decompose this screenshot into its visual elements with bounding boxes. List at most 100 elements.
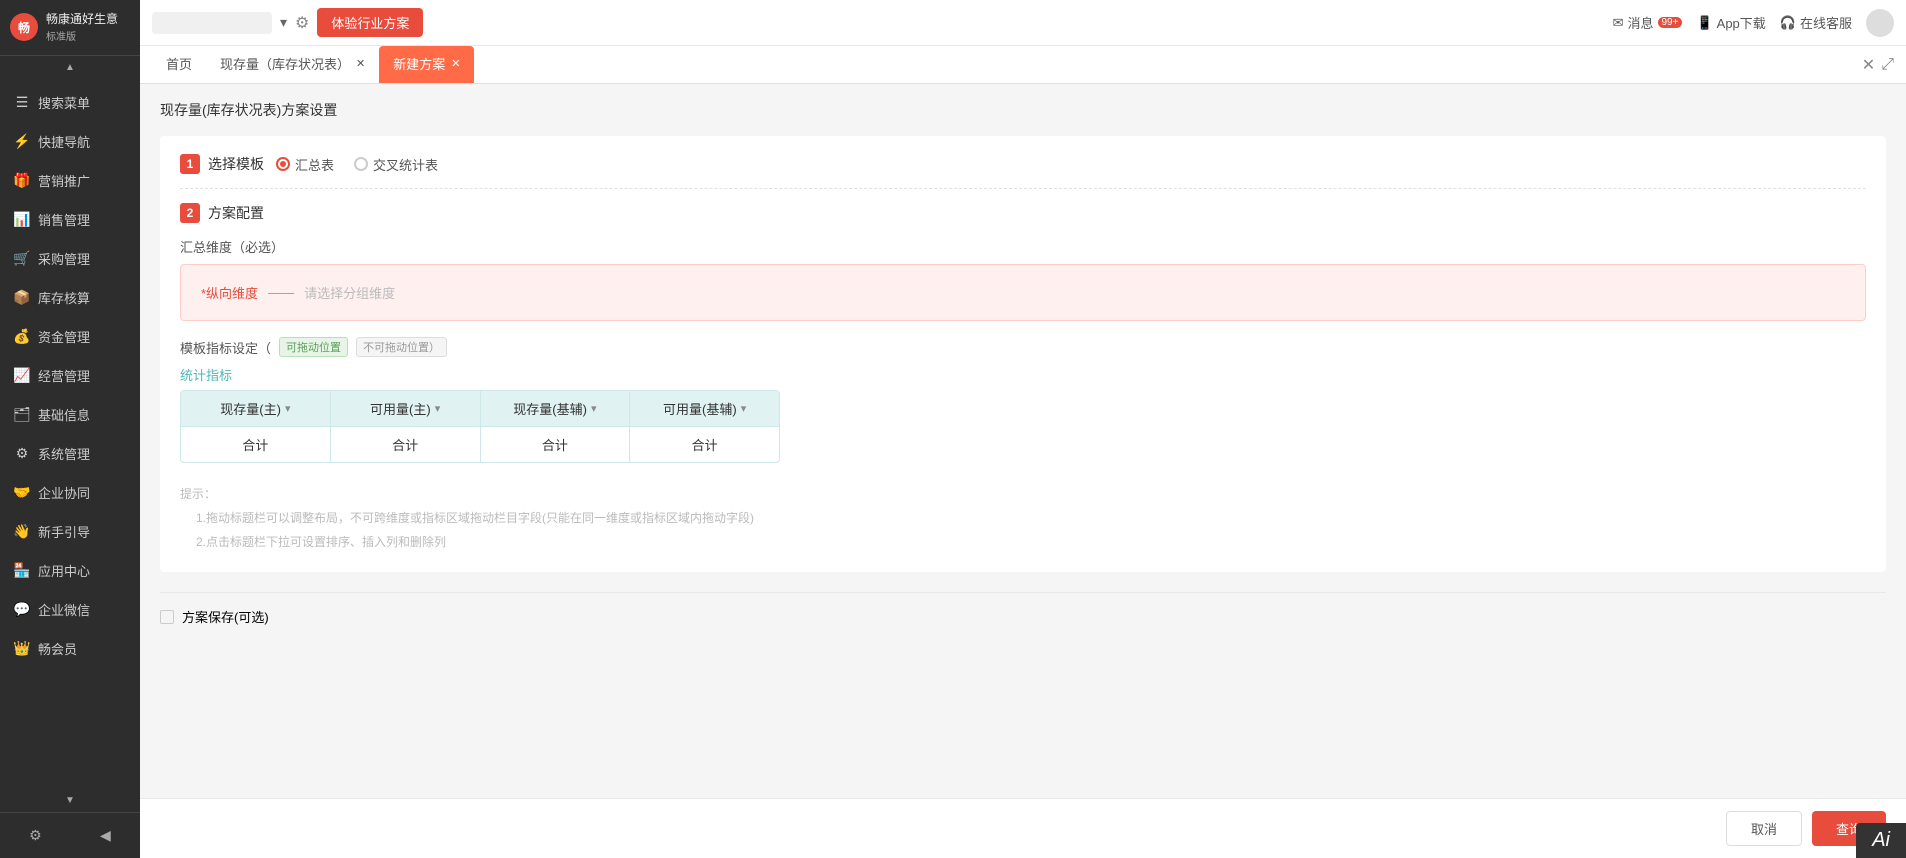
radio-cross-label: 交叉统计表 (373, 155, 438, 174)
stats-col-body-1: 合计 (331, 426, 481, 462)
inventory-icon: 📦 (14, 289, 30, 305)
radio-summary-label: 汇总表 (295, 155, 334, 174)
service-icon: 🎧 (1780, 15, 1796, 31)
sidebar-item-basic-info[interactable]: 🗂 基础信息 (0, 395, 140, 434)
member-icon: 👑 (14, 640, 30, 656)
vertical-dash: —— (268, 285, 294, 300)
app-download-label: App下载 (1717, 13, 1766, 32)
footer-bar: 取消 查询 (140, 798, 1906, 858)
sidebar-item-label: 经营管理 (38, 366, 90, 385)
tab-inventory-status[interactable]: 现存量（库存状况表） ✕ (206, 46, 379, 83)
chevron-down-icon-0: ▾ (285, 402, 291, 415)
chevron-down-icon-3: ▾ (741, 402, 747, 415)
app-download-btn[interactable]: 📱 App下载 (1696, 13, 1765, 32)
sidebar-item-sales[interactable]: 📊 销售管理 (0, 200, 140, 239)
tab-home-label: 首页 (166, 54, 192, 73)
tab-new-scheme-close[interactable]: ✕ (451, 57, 460, 70)
tab-new-scheme[interactable]: 新建方案 ✕ (379, 46, 474, 83)
vertical-placeholder: 请选择分组维度 (304, 283, 395, 302)
sidebar-item-quick-nav[interactable]: ⚡ 快捷导航 (0, 122, 140, 161)
expand-window-btn[interactable]: ⤢ (1881, 56, 1894, 74)
sidebar-scroll-up[interactable]: ▲ (0, 56, 140, 79)
movable-badge: 可拖动位置 (279, 337, 348, 357)
dimension-section: 汇总维度（必选） *纵向维度 —— 请选择分组维度 (180, 237, 1866, 321)
template-radio-group: 汇总表 交叉统计表 (276, 155, 438, 174)
radio-summary-table[interactable]: 汇总表 (276, 155, 334, 174)
divider1 (180, 188, 1866, 189)
guide-icon: 👋 (14, 523, 30, 539)
radio-cross-table[interactable]: 交叉统计表 (354, 155, 438, 174)
logo-icon: 畅 (10, 13, 38, 41)
cooperation-icon: 🤝 (14, 484, 30, 500)
search-input[interactable] (152, 12, 272, 34)
stats-col-header-1[interactable]: 可用量(主) ▾ (331, 391, 481, 426)
stats-col-header-3[interactable]: 可用量(基辅) ▾ (630, 391, 779, 426)
collapse-btn[interactable]: ◀ (94, 821, 117, 850)
topbar-right: ✉ 消息 99+ 📱 App下载 🎧 在线客服 (1613, 9, 1894, 37)
sidebar-item-label: 资金管理 (38, 327, 90, 346)
topbar-gear-icon[interactable]: ⚙ (295, 13, 309, 33)
purchase-icon: 🛒 (14, 250, 30, 266)
sidebar-item-wechat[interactable]: 💬 企业微信 (0, 590, 140, 629)
sidebar-item-cooperation[interactable]: 🤝 企业协同 (0, 473, 140, 512)
section1-num: 1 (180, 154, 200, 174)
stats-col-header-2[interactable]: 现存量(基辅) ▾ (481, 391, 631, 426)
tab-new-scheme-label: 新建方案 (393, 54, 445, 73)
sidebar-item-inventory[interactable]: 📦 库存核算 (0, 278, 140, 317)
scroll-up-arrow[interactable]: ▲ (63, 60, 77, 75)
trial-industry-button[interactable]: 体验行业方案 (317, 8, 423, 37)
stats-col-body-label-0: 合计 (242, 435, 268, 454)
app-center-icon: 🏪 (14, 562, 30, 578)
sidebar-item-label: 畅会员 (38, 639, 77, 658)
fixed-badge: 不可拖动位置） (356, 337, 447, 357)
messages-btn[interactable]: ✉ 消息 99+ (1613, 13, 1683, 32)
page-content: 现存量(库存状况表)方案设置 1 选择模板 汇总表 交叉统计表 (140, 84, 1906, 858)
scroll-down-arrow[interactable]: ▼ (63, 793, 77, 808)
sidebar-item-guide[interactable]: 👋 新手引导 (0, 512, 140, 551)
sidebar-item-operations[interactable]: 📈 经营管理 (0, 356, 140, 395)
online-service-label: 在线客服 (1800, 13, 1852, 32)
stats-col-header-0[interactable]: 现存量(主) ▾ (181, 391, 331, 426)
dropdown-btn[interactable]: ▾ (280, 14, 287, 31)
stats-col-header-label-2: 现存量(基辅) (513, 399, 587, 418)
avatar[interactable] (1866, 9, 1894, 37)
topbar: ▾ ⚙ 体验行业方案 ✉ 消息 99+ 📱 App下载 🎧 在线客服 (140, 0, 1906, 46)
sidebar-item-label: 销售管理 (38, 210, 90, 229)
settings-bottom-btn[interactable]: ⚙ (23, 821, 48, 850)
topbar-left: ▾ ⚙ 体验行业方案 (152, 8, 1605, 37)
sidebar-item-purchase[interactable]: 🛒 采购管理 (0, 239, 140, 278)
sidebar-item-finance[interactable]: 💰 资金管理 (0, 317, 140, 356)
main-wrapper: ▾ ⚙ 体验行业方案 ✉ 消息 99+ 📱 App下载 🎧 在线客服 首页 (140, 0, 1906, 858)
sidebar: 畅 畅康通好生意 标准版 ▲ ☰ 搜索菜单 ⚡ 快捷导航 🎁 营销推广 📊 销售… (0, 0, 140, 858)
save-row: 方案保存(可选) (160, 592, 1886, 626)
sidebar-item-system[interactable]: ⚙ 系统管理 (0, 434, 140, 473)
logo-sub: 标准版 (46, 28, 118, 43)
save-checkbox[interactable] (160, 610, 174, 624)
tab-inventory-close[interactable]: ✕ (356, 57, 365, 70)
ai-float-button[interactable]: Ai (1856, 823, 1906, 858)
sidebar-item-app-center[interactable]: 🏪 应用中心 (0, 551, 140, 590)
sidebar-item-label: 基础信息 (38, 405, 90, 424)
stats-header-row: 现存量(主) ▾ 可用量(主) ▾ 现存量(基辅) ▾ 可用量(基辅) (181, 391, 779, 426)
cancel-button[interactable]: 取消 (1726, 811, 1802, 846)
sidebar-item-marketing[interactable]: 🎁 营销推广 (0, 161, 140, 200)
online-service-btn[interactable]: 🎧 在线客服 (1780, 13, 1852, 32)
sidebar-item-member[interactable]: 👑 畅会员 (0, 629, 140, 668)
indicator-settings: 模板指标设定（ 可拖动位置 不可拖动位置） 统计指标 现存量(主) ▾ 可用量(… (180, 337, 1866, 466)
vertical-label: *纵向维度 (201, 283, 258, 302)
tips-title: 提示： (180, 487, 216, 501)
app-logo: 畅 畅康通好生意 标准版 (0, 0, 140, 56)
tabs-bar: 首页 现存量（库存状况表） ✕ 新建方案 ✕ ✕ ⤢ (140, 46, 1906, 84)
dimension-box: *纵向维度 —— 请选择分组维度 (180, 264, 1866, 321)
finance-icon: 💰 (14, 328, 30, 344)
sidebar-bottom: ⚙ ◀ (0, 812, 140, 858)
radio-dot-cross (354, 157, 368, 171)
tab-home[interactable]: 首页 (152, 46, 206, 83)
dimension-label: 汇总维度（必选） (180, 237, 1866, 256)
sidebar-item-search[interactable]: ☰ 搜索菜单 (0, 83, 140, 122)
sidebar-scroll-down[interactable]: ▼ (0, 789, 140, 812)
tip-2: 2.点击标题栏下拉可设置排序、插入列和删除列 (180, 530, 1866, 554)
stats-col-body-label-2: 合计 (542, 435, 568, 454)
tips-section: 提示： 1.拖动标题栏可以调整布局，不可跨维度或指标区域拖动栏目字段(只能在同一… (180, 482, 1866, 554)
close-window-btn[interactable]: ✕ (1862, 55, 1875, 75)
